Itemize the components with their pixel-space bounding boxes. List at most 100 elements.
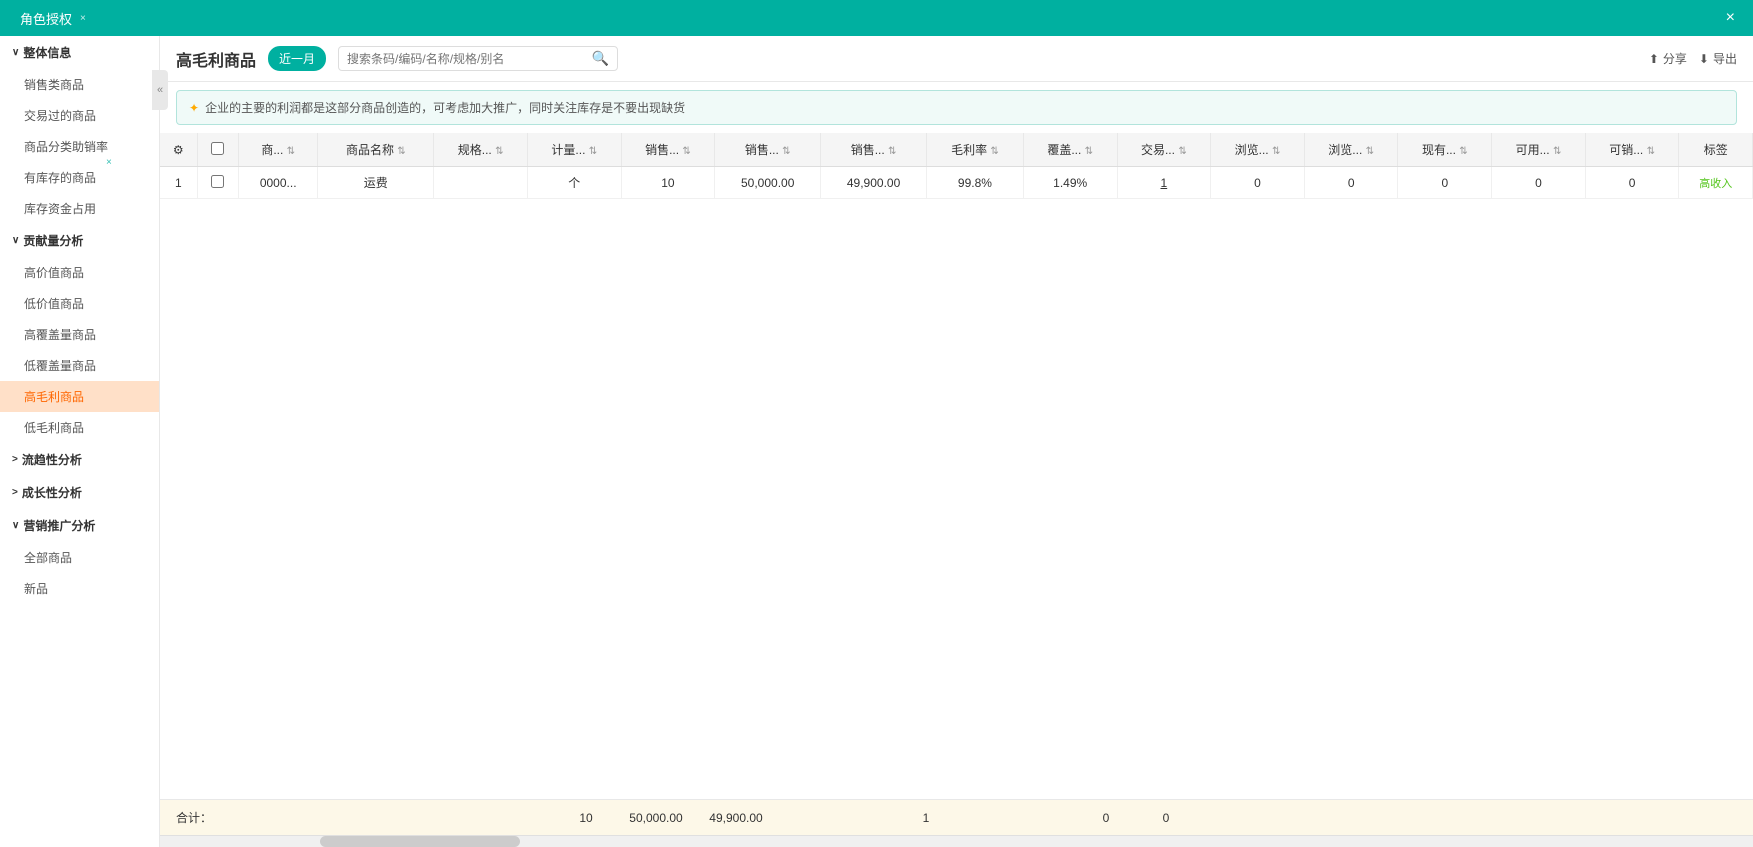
product-code: 0000... (239, 167, 318, 199)
chevron-icon: ∨ (12, 520, 19, 531)
search-input[interactable] (347, 52, 592, 66)
sidebar-collapse-button[interactable]: « (152, 70, 168, 110)
table-col-7[interactable]: 销售... ⇅ (715, 133, 821, 167)
sidebar-item-有库存的商品[interactable]: 有库存的商品 (0, 162, 159, 193)
trade-link[interactable]: 1 (1161, 176, 1168, 190)
table-col-17: 标签 (1679, 133, 1753, 167)
sort-icon: ⇅ (1085, 146, 1093, 157)
table-col-15[interactable]: 可用... ⇅ (1492, 133, 1586, 167)
content-header: 高毛利商品 近一月 🔍 ⬆ 分享 ⬇ 导出 (160, 36, 1753, 82)
product-name: 运费 (318, 167, 434, 199)
row-select-checkbox[interactable] (211, 175, 224, 188)
sidebar-group-label: 整体信息 (23, 44, 71, 61)
info-banner: ✦ 企业的主要的利润都是这部分商品创造的，可考虑加大推广，同时关注库存是不要出现… (176, 90, 1737, 125)
nav-close-icon[interactable]: × (80, 121, 86, 132)
sidebar-item-销售类商品[interactable]: 销售类商品 (0, 69, 159, 100)
footer-value-2: 49,900.00 (696, 811, 776, 825)
export-icon: ⬇ (1699, 52, 1709, 66)
sort-icon: ⇅ (990, 146, 998, 157)
table-col-4[interactable]: 规格... ⇅ (434, 133, 528, 167)
product-unit: 个 (527, 167, 621, 199)
sidebar-item-低覆盖量商品[interactable]: 低覆盖量商品 (0, 350, 159, 381)
sort-icon: ⇅ (589, 146, 597, 157)
chevron-icon: ∨ (12, 47, 19, 58)
footer-total-label: 合计： (176, 809, 556, 826)
sidebar-group-label: 营销推广分析 (23, 517, 95, 534)
sidebar-group-成长性分析[interactable]: >成长性分析 (0, 476, 159, 509)
table-col-10[interactable]: 覆盖... ⇅ (1023, 133, 1117, 167)
footer-value-0: 10 (556, 811, 616, 825)
sort-icon: ⇅ (397, 146, 405, 157)
sort-icon: ⇅ (1647, 146, 1655, 157)
sort-icon: ⇅ (1459, 146, 1467, 157)
nav-close-icon[interactable]: × (80, 13, 86, 24)
sort-icon: ⇅ (888, 146, 896, 157)
sort-icon: ⇅ (1272, 146, 1280, 157)
share-icon: ⬆ (1649, 52, 1659, 66)
table-col-9[interactable]: 毛利率 ⇅ (927, 133, 1024, 167)
sidebar-group-整体信息[interactable]: ∨ 整体信息 (0, 36, 159, 69)
sidebar-group-label: 流趋性分析 (22, 451, 82, 468)
table-col-6[interactable]: 销售... ⇅ (621, 133, 715, 167)
sidebar-item-低价值商品[interactable]: 低价值商品 (0, 288, 159, 319)
sidebar-item-高覆盖量商品[interactable]: 高覆盖量商品 (0, 319, 159, 350)
sort-icon: ⇅ (287, 146, 295, 157)
scrollbar-thumb[interactable] (320, 836, 520, 847)
table-col-8[interactable]: 销售... ⇅ (821, 133, 927, 167)
row-checkbox[interactable] (197, 167, 238, 199)
sidebar-item-低毛利商品[interactable]: 低毛利商品 (0, 412, 159, 443)
table-row: 10000...运费个1050,000.0049,900.0099.8%1.49… (160, 167, 1753, 199)
table-col-3[interactable]: 商品名称 ⇅ (318, 133, 434, 167)
header-actions: ⬆ 分享 ⬇ 导出 (1649, 50, 1737, 67)
table-col-16[interactable]: 可销... ⇅ (1585, 133, 1679, 167)
table-col-11[interactable]: 交易... ⇅ (1117, 133, 1211, 167)
gross-rate: 99.8% (927, 167, 1024, 199)
close-window-button[interactable]: × (1716, 9, 1745, 27)
sidebar-group-营销推广分析[interactable]: ∨ 营销推广分析 (0, 509, 159, 542)
footer-value-1: 50,000.00 (616, 811, 696, 825)
sidebar-group-label: 成长性分析 (22, 484, 82, 501)
browse1: 0 (1211, 167, 1305, 199)
trade: 1 (1117, 167, 1211, 199)
footer-value-9: 0 (1136, 811, 1196, 825)
filter-recent-month-button[interactable]: 近一月 (268, 46, 326, 71)
sidebar-item-商品分类助销率[interactable]: 商品分类助销率 (0, 131, 159, 162)
sort-icon: ⇅ (1178, 146, 1186, 157)
sidebar-item-高毛利商品[interactable]: 高毛利商品 (0, 381, 159, 412)
sales-qty: 10 (621, 167, 715, 199)
sidebar-group-流趋性分析[interactable]: > 流趋性分析 (0, 443, 159, 476)
nav-close-icon[interactable]: × (106, 85, 112, 96)
stock-saleable: 0 (1585, 167, 1679, 199)
page-title: 高毛利商品 (176, 47, 256, 71)
sidebar-item-新品[interactable]: 新品 (0, 573, 159, 604)
stock-available: 0 (1492, 167, 1586, 199)
chevron-icon: > (12, 454, 18, 465)
search-icon[interactable]: 🔍 (592, 50, 609, 67)
browse2: 0 (1304, 167, 1398, 199)
share-button[interactable]: ⬆ 分享 (1649, 50, 1687, 67)
sidebar-item-高价值商品[interactable]: 高价值商品 (0, 257, 159, 288)
search-box: 🔍 (338, 46, 618, 71)
table-col-2[interactable]: 商... ⇅ (239, 133, 318, 167)
nav-close-icon[interactable]: × (106, 49, 112, 60)
sales-amount: 50,000.00 (715, 167, 821, 199)
sidebar-group-贡献量分析[interactable]: ∨贡献量分析 (0, 224, 159, 257)
nav-close-icon[interactable]: × (106, 157, 112, 168)
table-col-13[interactable]: 浏览... ⇅ (1304, 133, 1398, 167)
nav-item-角色授权[interactable]: 角色授权× (8, 0, 124, 36)
chevron-icon: ∨ (12, 235, 19, 246)
sort-icon: ⇅ (1553, 146, 1561, 157)
sidebar-item-全部商品[interactable]: 全部商品 (0, 542, 159, 573)
table-col-1 (197, 133, 238, 167)
horizontal-scrollbar[interactable] (160, 835, 1753, 847)
sort-icon: ⇅ (1366, 146, 1374, 157)
export-button[interactable]: ⬇ 导出 (1699, 50, 1737, 67)
table-col-5[interactable]: 计量... ⇅ (527, 133, 621, 167)
footer-value-8: 0 (1076, 811, 1136, 825)
data-table: ⚙商... ⇅商品名称 ⇅规格... ⇅计量... ⇅销售... ⇅销售... … (160, 133, 1753, 199)
table-col-12[interactable]: 浏览... ⇅ (1211, 133, 1305, 167)
select-all-checkbox[interactable] (211, 142, 224, 155)
table-col-14[interactable]: 现有... ⇅ (1398, 133, 1492, 167)
tag: 高收入 (1679, 167, 1753, 199)
sidebar-item-库存资金占用[interactable]: 库存资金占用 (0, 193, 159, 224)
